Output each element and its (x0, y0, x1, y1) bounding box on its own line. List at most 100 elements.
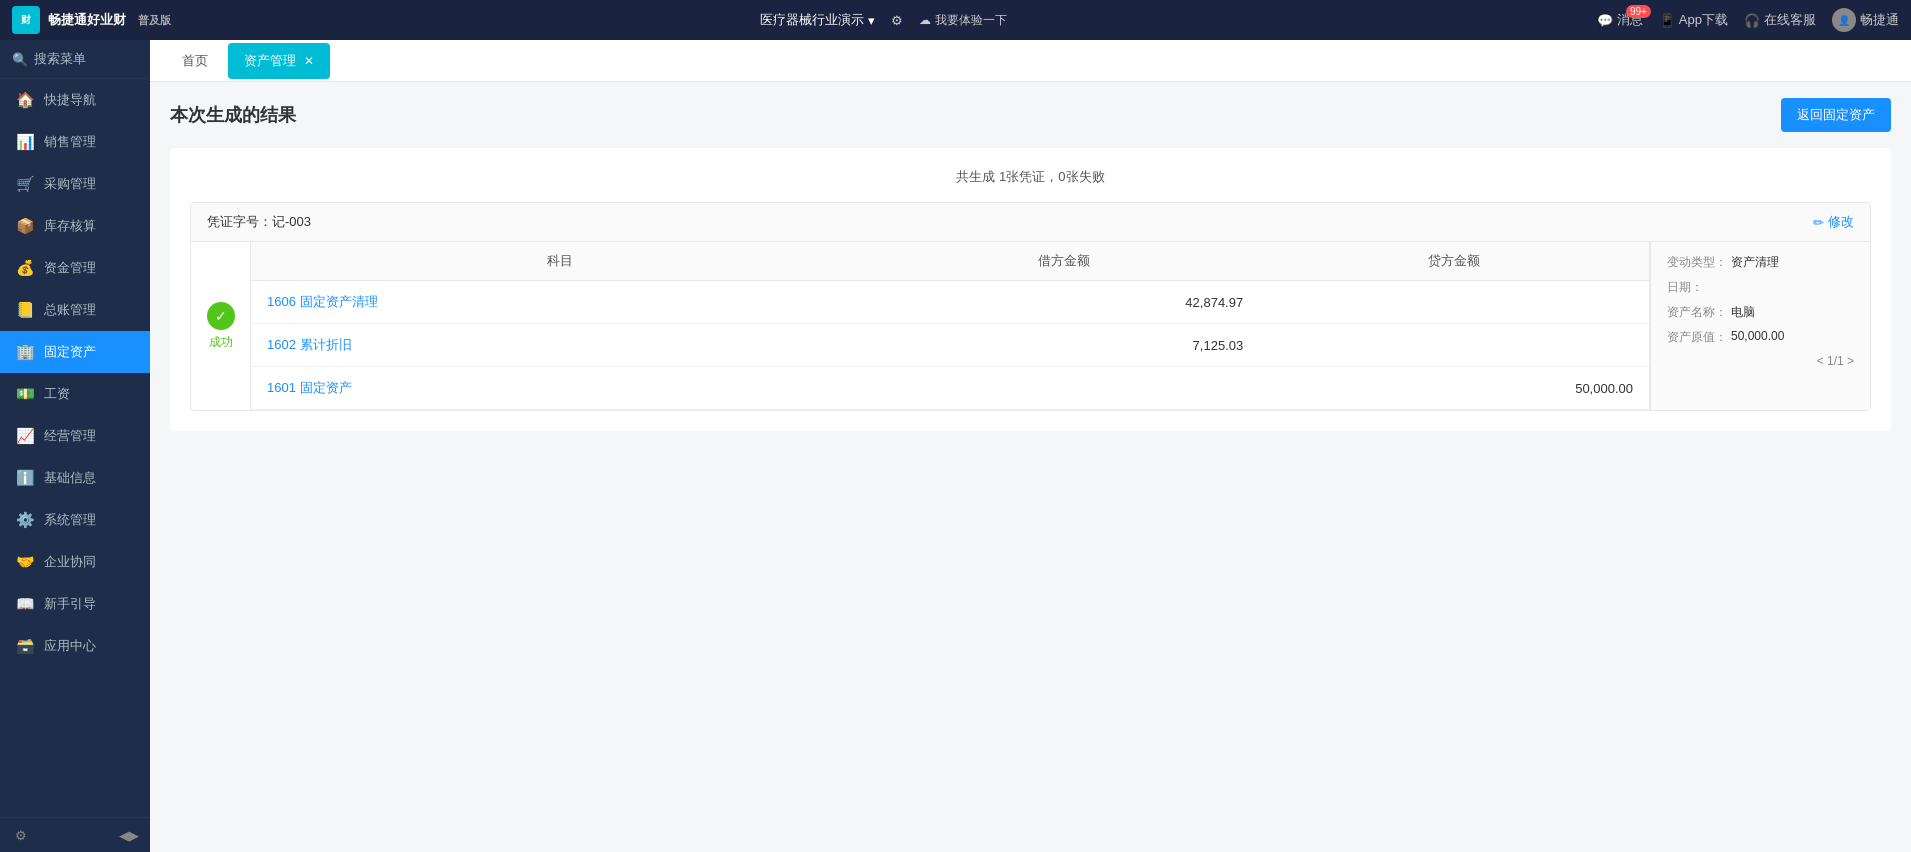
sidebar-search[interactable]: 🔍 搜索菜单 (0, 40, 150, 79)
user-area[interactable]: 👤 畅捷通 (1832, 8, 1899, 32)
table-row: 1606 固定资产清理 42,874.97 (251, 281, 1649, 324)
credit-3: 50,000.00 (1259, 367, 1649, 410)
sidebar-item-operations[interactable]: 📈 经营管理 (0, 415, 150, 457)
app-center-icon: 🗃️ (16, 637, 34, 655)
sales-icon: 📊 (16, 133, 34, 151)
guide-icon: 📖 (16, 595, 34, 613)
sidebar-item-sales[interactable]: 📊 销售管理 (0, 121, 150, 163)
avatar: 👤 (1832, 8, 1856, 32)
customer-service-button[interactable]: 🎧 在线客服 (1744, 11, 1816, 29)
sidebar-item-ledger[interactable]: 📒 总账管理 (0, 289, 150, 331)
tab-home[interactable]: 首页 (166, 43, 224, 79)
page-content: 本次生成的结果 返回固定资产 共生成 1张凭证，0张失败 凭证字号：记-003 … (150, 82, 1911, 852)
sidebar-item-system[interactable]: ⚙️ 系统管理 (0, 499, 150, 541)
inventory-icon: 📦 (16, 217, 34, 235)
system-icon: ⚙️ (16, 511, 34, 529)
settings-icon[interactable]: ⚙ (883, 6, 911, 34)
voucher-number: 凭证字号：记-003 (207, 213, 311, 231)
table-row: 1601 固定资产 50,000.00 (251, 367, 1649, 410)
sidebar-item-quick-nav[interactable]: 🏠 快捷导航 (0, 79, 150, 121)
sidebar-label-fixed-assets: 固定资产 (44, 343, 96, 361)
sidebar-item-finance[interactable]: 💰 资金管理 (0, 247, 150, 289)
sidebar-label-quick-nav: 快捷导航 (44, 91, 96, 109)
voucher-table: 科目 借方金额 贷方金额 1606 固定资产清理 42,874.97 (251, 242, 1650, 410)
workspace-name: 医疗器械行业演示 (760, 11, 864, 29)
return-button[interactable]: 返回固定资产 (1781, 98, 1891, 132)
sidebar-item-guide[interactable]: 📖 新手引导 (0, 583, 150, 625)
sidebar-label-finance: 资金管理 (44, 259, 96, 277)
operations-icon: 📈 (16, 427, 34, 445)
table-row: 1602 累计折旧 7,125.03 (251, 324, 1649, 367)
sidebar-label-salary: 工资 (44, 385, 70, 403)
page-header: 本次生成的结果 返回固定资产 (170, 98, 1891, 132)
debit-3 (869, 367, 1259, 410)
sidebar-label-operations: 经营管理 (44, 427, 96, 445)
sidebar-label-enterprise: 企业协同 (44, 553, 96, 571)
sidebar-bottom: ⚙ ◀▶ (0, 817, 150, 852)
success-text: 成功 (209, 334, 233, 351)
date-label: 日期： (1667, 279, 1703, 296)
experience-label: 我要体验一下 (935, 12, 1007, 29)
sidebar-item-purchase[interactable]: 🛒 采购管理 (0, 163, 150, 205)
dropdown-icon: ▾ (868, 13, 875, 28)
sidebar-label-app-center: 应用中心 (44, 637, 96, 655)
sidebar-label-sales: 销售管理 (44, 133, 96, 151)
basic-info-icon: ℹ️ (16, 469, 34, 487)
headset-icon: 🎧 (1744, 13, 1760, 28)
change-type-value: 资产清理 (1731, 254, 1779, 271)
sidebar-item-enterprise[interactable]: 🤝 企业协同 (0, 541, 150, 583)
asset-value-value: 50,000.00 (1731, 329, 1784, 346)
header-center: 医疗器械行业演示 ▾ ⚙ ☁ 我要体验一下 (760, 6, 1007, 34)
sidebar-item-fixed-assets[interactable]: 🏢 固定资产 (0, 331, 150, 373)
app-download-button[interactable]: 📱 App下载 (1659, 11, 1728, 29)
logo-area: 财 畅捷通好业财 普及版 (12, 6, 171, 34)
collapse-icon[interactable]: ◀▶ (122, 828, 136, 842)
sidebar-item-salary[interactable]: 💵 工资 (0, 373, 150, 415)
debit-1: 42,874.97 (869, 281, 1259, 324)
sidebar-item-app-center[interactable]: 🗃️ 应用中心 (0, 625, 150, 667)
edit-label: 修改 (1828, 213, 1854, 231)
credit-2 (1259, 324, 1649, 367)
sidebar-label-guide: 新手引导 (44, 595, 96, 613)
logo-icon: 财 (12, 6, 40, 34)
tab-bar: 首页 资产管理 ✕ (150, 40, 1911, 82)
message-button[interactable]: 💬 消息 99+ (1597, 11, 1643, 29)
finance-icon: 💰 (16, 259, 34, 277)
settings-bottom-icon[interactable]: ⚙ (14, 828, 28, 842)
ledger-icon: 📒 (16, 301, 34, 319)
tab-asset-management[interactable]: 资产管理 ✕ (228, 43, 330, 79)
asset-name-row: 资产名称： 电脑 (1667, 304, 1854, 321)
sidebar-item-basic-info[interactable]: ℹ️ 基础信息 (0, 457, 150, 499)
sidebar-label-ledger: 总账管理 (44, 301, 96, 319)
sidebar-label-purchase: 采购管理 (44, 175, 96, 193)
customer-service-label: 在线客服 (1764, 11, 1816, 29)
search-icon: 🔍 (12, 52, 28, 67)
asset-value-label: 资产原值： (1667, 329, 1727, 346)
credit-1 (1259, 281, 1649, 324)
sidebar-item-inventory[interactable]: 📦 库存核算 (0, 205, 150, 247)
tab-close-icon[interactable]: ✕ (304, 54, 314, 68)
message-badge: 99+ (1626, 5, 1651, 18)
phone-icon: 📱 (1659, 13, 1675, 28)
pagination-text[interactable]: < 1/1 > (1817, 354, 1854, 368)
workspace-selector[interactable]: 医疗器械行业演示 ▾ (760, 11, 875, 29)
main-layout: 🔍 搜索菜单 🏠 快捷导航 📊 销售管理 🛒 采购管理 📦 库存核算 💰 资金管… (0, 40, 1911, 852)
edit-button[interactable]: ✏ 修改 (1813, 213, 1854, 231)
app-download-label: App下载 (1679, 11, 1728, 29)
subject-2: 1602 累计折旧 (251, 324, 869, 367)
subject-1: 1606 固定资产清理 (251, 281, 869, 324)
date-row: 日期： (1667, 279, 1854, 296)
side-info-panel: 变动类型： 资产清理 日期： 资产名称： 电脑 (1650, 242, 1870, 410)
fixed-assets-icon: 🏢 (16, 343, 34, 361)
sidebar: 🔍 搜索菜单 🏠 快捷导航 📊 销售管理 🛒 采购管理 📦 库存核算 💰 资金管… (0, 40, 150, 852)
experience-button[interactable]: ☁ 我要体验一下 (919, 12, 1007, 29)
debit-2: 7,125.03 (869, 324, 1259, 367)
sidebar-label-system: 系统管理 (44, 511, 96, 529)
search-label: 搜索菜单 (34, 50, 86, 68)
asset-value-row: 资产原值： 50,000.00 (1667, 329, 1854, 346)
quick-nav-icon: 🏠 (16, 91, 34, 109)
subject-3: 1601 固定资产 (251, 367, 869, 410)
top-header: 财 畅捷通好业财 普及版 医疗器械行业演示 ▾ ⚙ ☁ 我要体验一下 💬 消息 … (0, 0, 1911, 40)
success-icon: ✓ (207, 302, 235, 330)
pagination[interactable]: < 1/1 > (1667, 354, 1854, 368)
